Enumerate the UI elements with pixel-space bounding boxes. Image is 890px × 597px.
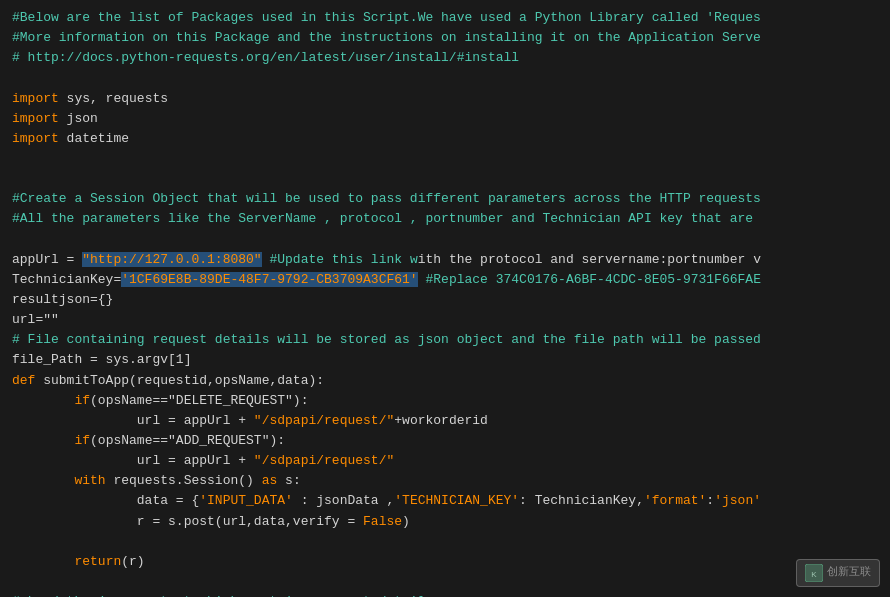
code-line-6: import json [12, 109, 878, 129]
code-line-21: url = appUrl + "/sdpapi/request/"+workor… [12, 411, 878, 431]
code-line-11: #All the parameters like the ServerName … [12, 209, 878, 229]
code-line-1: #Below are the list of Packages used in … [12, 8, 878, 28]
code-line-20: if(opsName=="DELETE_REQUEST"): [12, 391, 878, 411]
code-line-3: # http://docs.python-requests.org/en/lat… [12, 48, 878, 68]
code-line-13: appUrl = "http://127.0.0.1:8080" #Update… [12, 250, 878, 270]
code-line-2: #More information on this Package and th… [12, 28, 878, 48]
code-line-24: with requests.Session() as s: [12, 471, 878, 491]
watermark-icon: K [805, 564, 823, 582]
code-line-8 [12, 149, 878, 169]
code-line-7: import datetime [12, 129, 878, 149]
code-line-4 [12, 68, 878, 88]
code-line-22: if(opsName=="ADD_REQUEST"): [12, 431, 878, 451]
code-line-29 [12, 572, 878, 592]
code-editor: #Below are the list of Packages used in … [0, 0, 890, 597]
code-line-15: resultjson={} [12, 290, 878, 310]
svg-text:K: K [811, 570, 817, 579]
code-line-12 [12, 230, 878, 250]
code-line-19: def submitToApp(requestid,opsName,data): [12, 371, 878, 391]
code-line-9 [12, 169, 878, 189]
code-line-28: return(r) [12, 552, 878, 572]
watermark-text: 创新互联 [827, 564, 871, 582]
code-line-5: import sys, requests [12, 89, 878, 109]
code-line-14: TechnicianKey='1CF69E8B-89DE-48F7-9792-C… [12, 270, 878, 290]
code-line-16: url="" [12, 310, 878, 330]
code-line-30: # Load the json content which contains r… [12, 592, 878, 597]
code-line-23: url = appUrl + "/sdpapi/request/" [12, 451, 878, 471]
code-line-17: # File containing request details will b… [12, 330, 878, 350]
code-line-25: data = {'INPUT_DATA' : jsonData ,'TECHNI… [12, 491, 878, 511]
watermark-badge: K 创新互联 [796, 559, 880, 587]
code-line-10: #Create a Session Object that will be us… [12, 189, 878, 209]
code-line-18: file_Path = sys.argv[1] [12, 350, 878, 370]
code-line-26: r = s.post(url,data,verify = False) [12, 512, 878, 532]
code-line-27 [12, 532, 878, 552]
